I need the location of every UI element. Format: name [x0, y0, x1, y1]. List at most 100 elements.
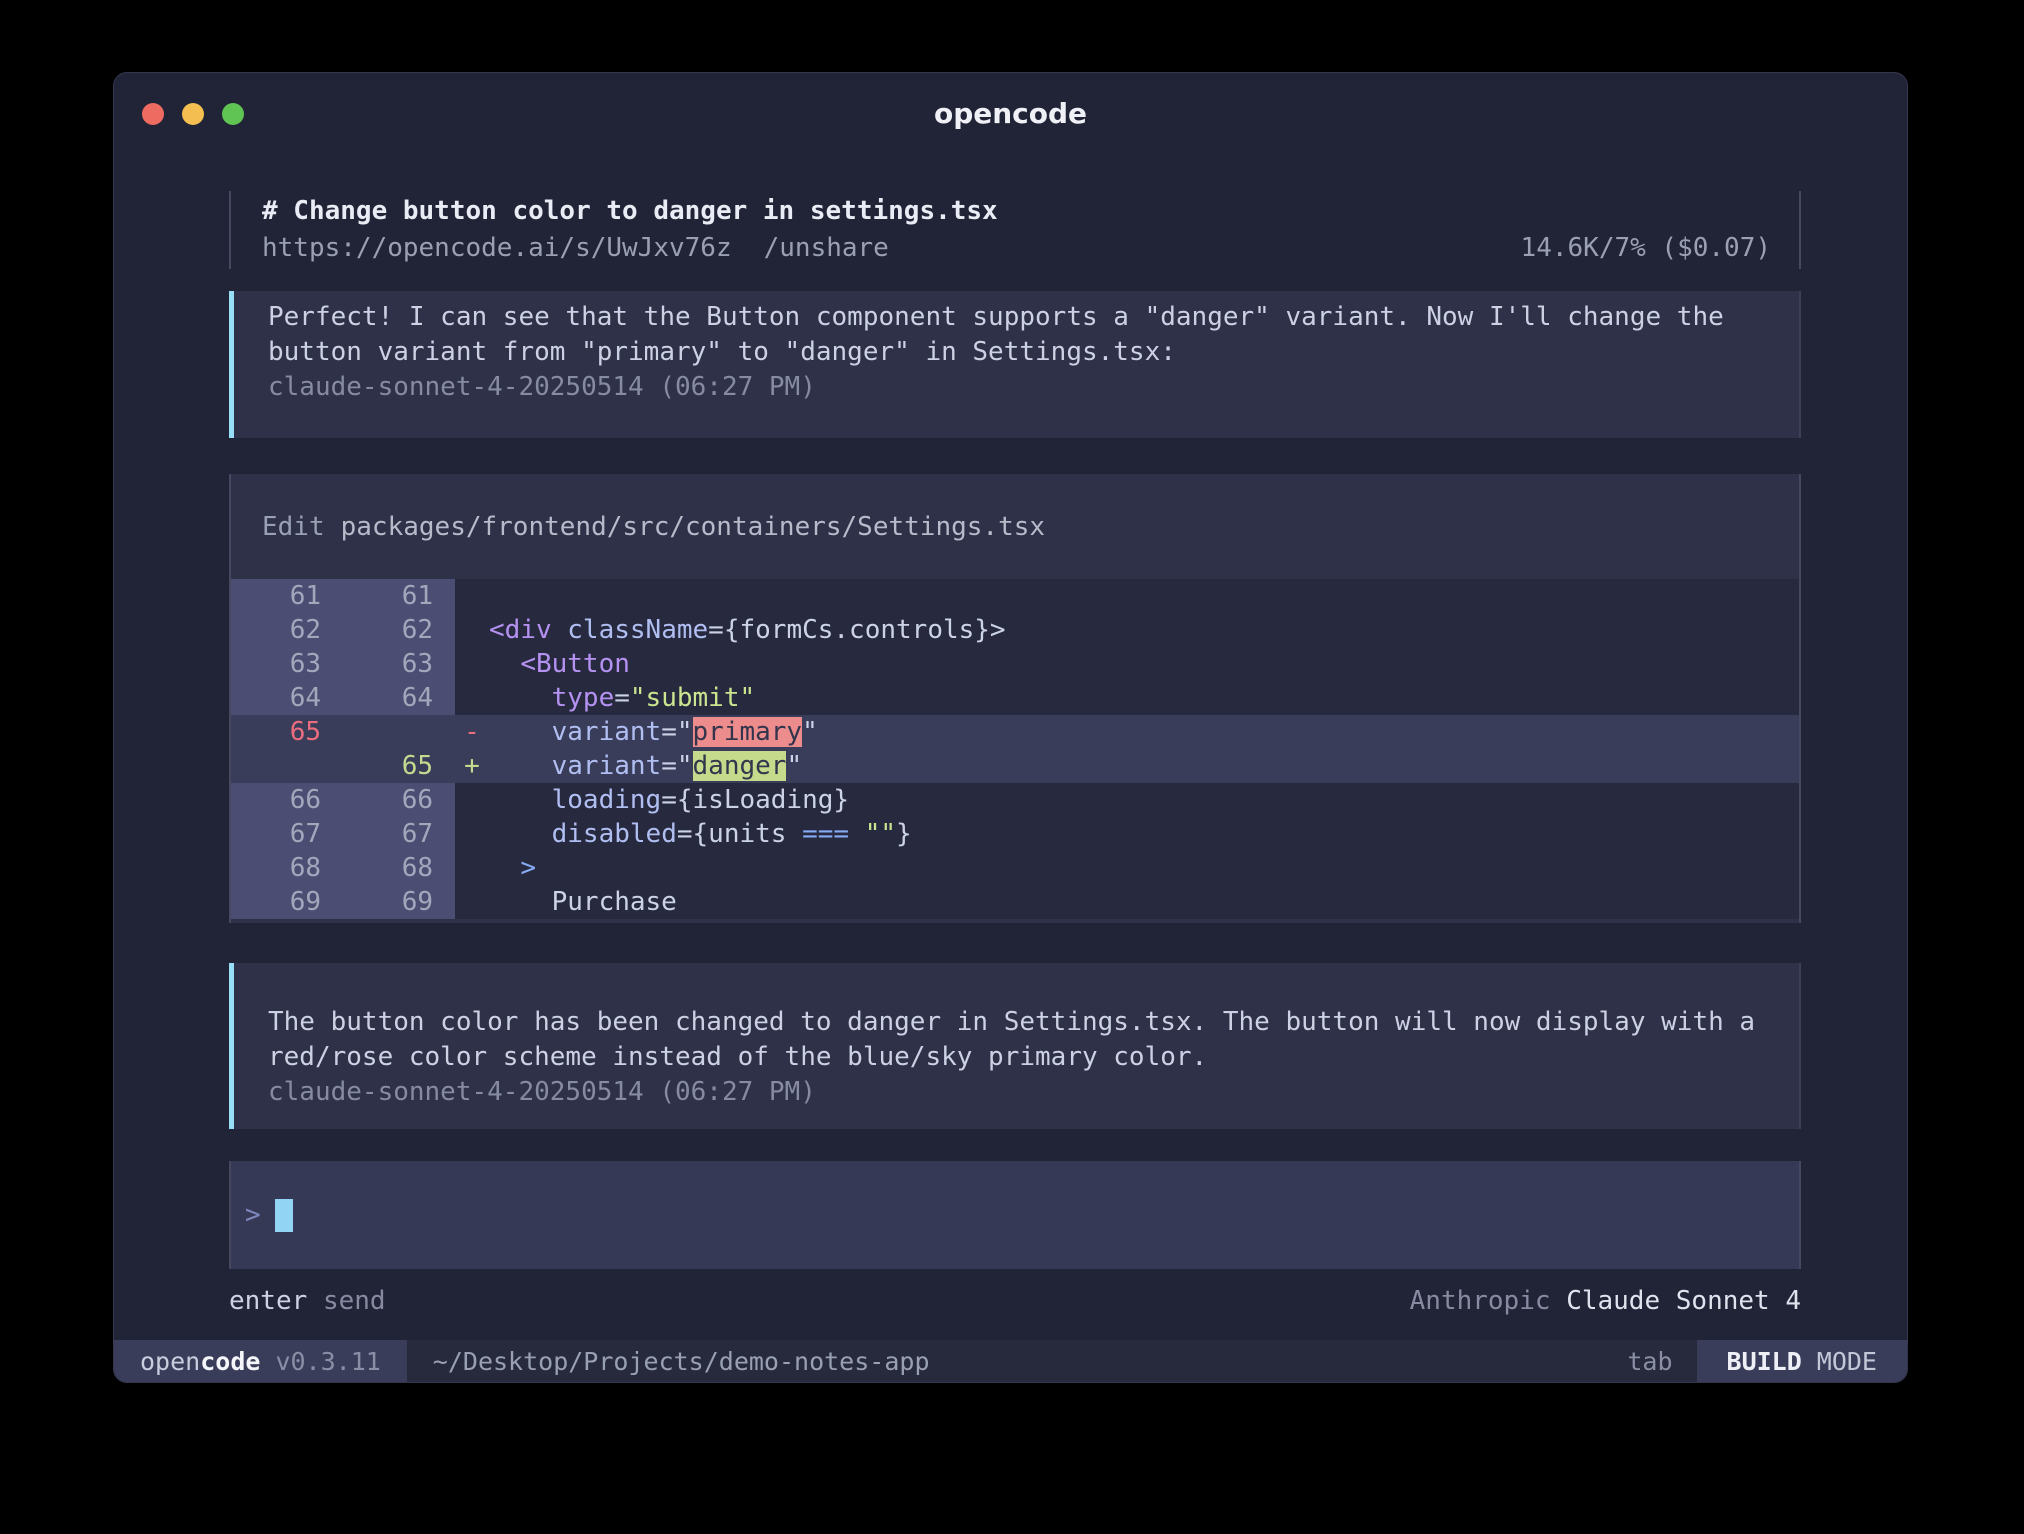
diff-marker [455, 579, 489, 613]
model-timestamp: claude-sonnet-4-20250514 (06:27 PM) [268, 370, 1765, 405]
edit-tool-header: Editpackages/frontend/src/containers/Set… [231, 474, 1799, 579]
status-bar: opencodev0.3.11 ~/Desktop/Projects/demo-… [114, 1340, 1907, 1382]
diff-rows: 61616262<div className={formCs.controls}… [231, 579, 1799, 919]
app-name-right: code [200, 1347, 260, 1376]
prompt-input[interactable]: > [229, 1161, 1801, 1269]
text-cursor [275, 1199, 293, 1232]
diff-row: 65- variant="primary" [231, 715, 1799, 749]
code-token: <div [489, 615, 567, 645]
share-url[interactable]: https://opencode.ai/s/UwJxv76z [262, 233, 732, 263]
code-token: variant [552, 717, 662, 747]
diff-code-line: disabled={units === ""} [489, 817, 1799, 851]
working-directory: ~/Desktop/Projects/demo-notes-app [433, 1347, 930, 1376]
hint-row: enter send Anthropic Claude Sonnet 4 [229, 1286, 1801, 1316]
old-line-number: 65 [231, 715, 343, 749]
session-title: # Change button color to danger in setti… [262, 193, 1771, 230]
model-name: Claude Sonnet 4 [1566, 1286, 1801, 1316]
provider-name: Anthropic [1410, 1286, 1551, 1316]
diff-row: 6363 <Button [231, 647, 1799, 681]
opencode-window: opencode # Change button color to danger… [113, 72, 1908, 1383]
code-token: variant [552, 751, 662, 781]
new-line-number: 64 [343, 681, 455, 715]
new-line-number: 62 [343, 613, 455, 647]
diff-marker [455, 885, 489, 919]
code-token: "submit" [630, 683, 755, 713]
tab-key-hint: tab [1627, 1347, 1672, 1376]
diff-code-line [489, 579, 1799, 613]
code-token [849, 819, 865, 849]
window-title: opencode [114, 97, 1907, 130]
code-token [489, 853, 520, 883]
prompt-symbol: > [245, 1200, 261, 1230]
diff-marker [455, 613, 489, 647]
code-token: = [614, 683, 630, 713]
new-line-number [343, 715, 455, 749]
old-line-number: 66 [231, 783, 343, 817]
old-line-number: 63 [231, 647, 343, 681]
code-token: disabled [552, 819, 677, 849]
new-line-number: 61 [343, 579, 455, 613]
code-token: Purchase [489, 887, 677, 917]
app-version-segment: opencodev0.3.11 [114, 1340, 407, 1382]
diff-row: 65+ variant="danger" [231, 749, 1799, 783]
new-line-number: 66 [343, 783, 455, 817]
mode-segment[interactable]: BUILD MODE [1697, 1340, 1907, 1382]
old-line-number: 64 [231, 681, 343, 715]
old-line-number: 62 [231, 613, 343, 647]
code-token: danger [693, 751, 787, 781]
diff-row: 6464 type="submit" [231, 681, 1799, 715]
diff-code-line: loading={isLoading} [489, 783, 1799, 817]
old-line-number: 69 [231, 885, 343, 919]
code-token [489, 751, 552, 781]
diff-code-line: <div className={formCs.controls}> [489, 613, 1799, 647]
code-token: =" [661, 717, 692, 747]
code-token: <Button [520, 649, 630, 679]
token-usage: 14.6K/7% ($0.07) [1521, 230, 1771, 267]
assistant-message: The button color has been changed to dan… [229, 963, 1801, 1129]
diff-marker [455, 647, 489, 681]
code-token [489, 649, 520, 679]
diff-code-line: Purchase [489, 885, 1799, 919]
diff-code-line: variant="danger" [489, 749, 1799, 783]
code-token: " [802, 717, 818, 747]
diff-marker [455, 851, 489, 885]
code-token: === [802, 819, 849, 849]
code-token: } [896, 819, 912, 849]
model-timestamp: claude-sonnet-4-20250514 (06:27 PM) [268, 1075, 1765, 1110]
code-token: "" [865, 819, 896, 849]
code-token: > [520, 853, 536, 883]
new-line-number: 67 [343, 817, 455, 851]
diff-row: 6666 loading={isLoading} [231, 783, 1799, 817]
diff-code-line: type="submit" [489, 681, 1799, 715]
enter-key-label: enter [229, 1286, 307, 1316]
model-indicator: Anthropic Claude Sonnet 4 [1410, 1286, 1801, 1316]
code-token: ={units [677, 819, 802, 849]
code-token [489, 819, 552, 849]
edit-tool-label: Edit [262, 512, 325, 542]
edit-tool-block: Editpackages/frontend/src/containers/Set… [229, 474, 1801, 923]
new-line-number: 65 [343, 749, 455, 783]
code-token: className [567, 615, 708, 645]
diff-marker [455, 817, 489, 851]
new-line-number: 63 [343, 647, 455, 681]
diff-row: 6868 > [231, 851, 1799, 885]
assistant-message-text: Perfect! I can see that the Button compo… [268, 300, 1765, 370]
enter-action-label: send [323, 1286, 386, 1316]
code-token: loading [552, 785, 662, 815]
title-bar: opencode [114, 73, 1907, 149]
new-line-number: 68 [343, 851, 455, 885]
code-token: type [552, 683, 615, 713]
unshare-command[interactable]: /unshare [764, 233, 889, 263]
diff-marker: + [455, 749, 489, 783]
diff-code-line: variant="primary" [489, 715, 1799, 749]
mode-name: BUILD [1727, 1347, 1802, 1376]
code-token: " [786, 751, 802, 781]
code-token [489, 717, 552, 747]
enter-hint: enter send [229, 1286, 386, 1316]
diff-code-line: > [489, 851, 1799, 885]
mode-suffix: MODE [1817, 1347, 1877, 1376]
old-line-number: 67 [231, 817, 343, 851]
diff-row: 6969 Purchase [231, 885, 1799, 919]
app-version: v0.3.11 [275, 1347, 380, 1376]
code-token: =" [661, 751, 692, 781]
